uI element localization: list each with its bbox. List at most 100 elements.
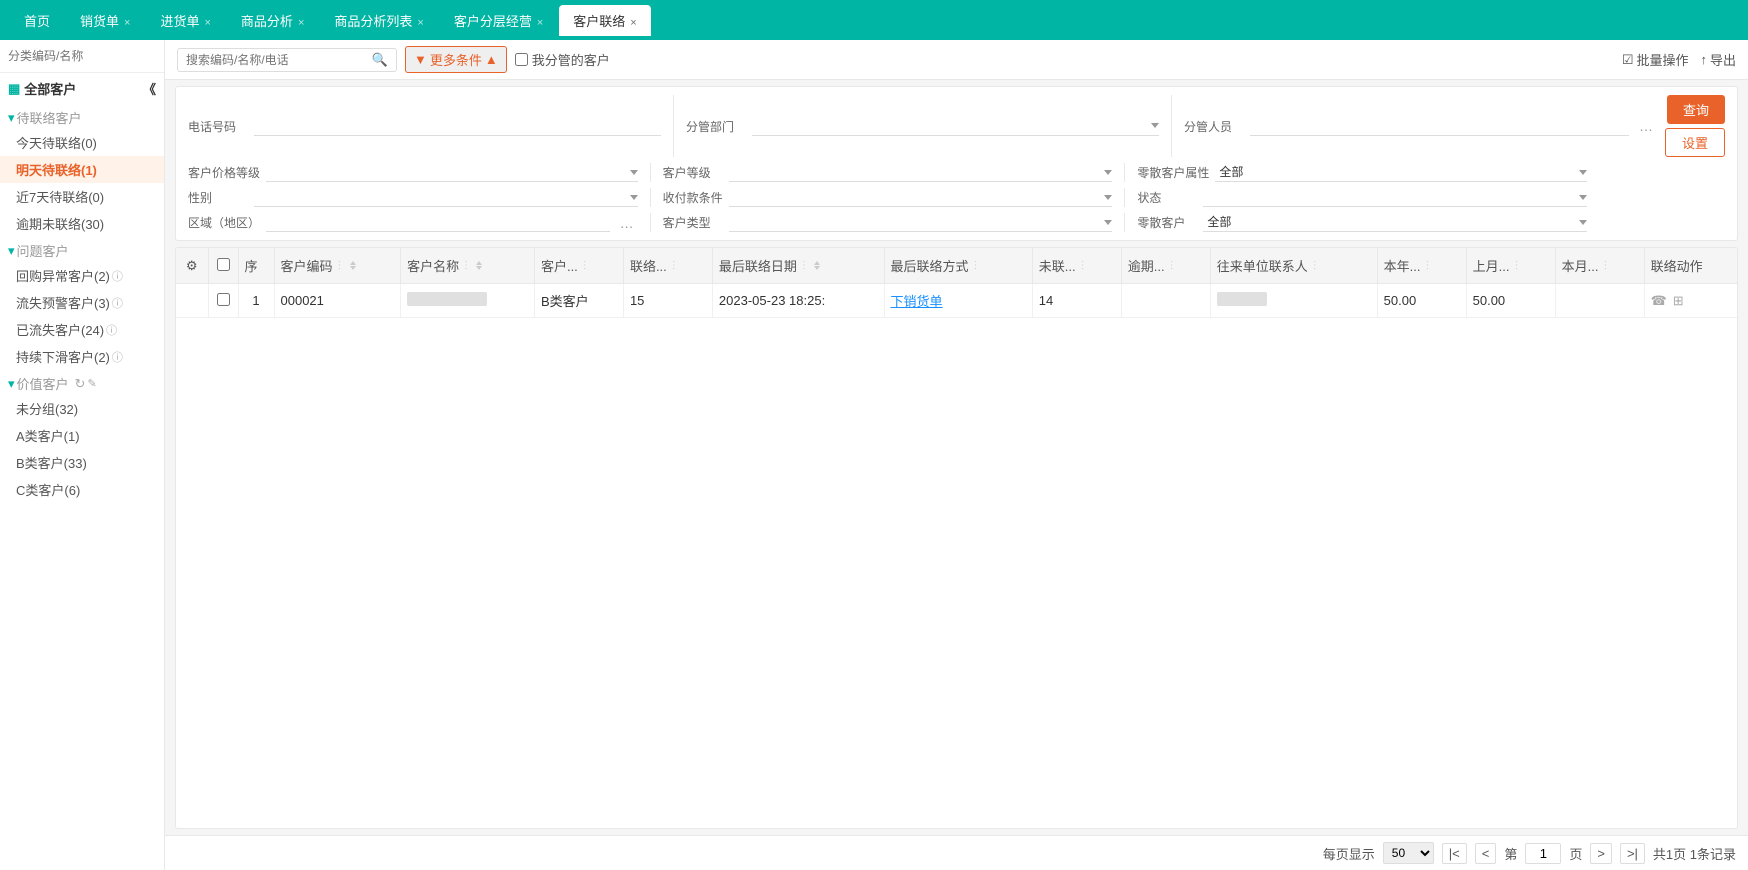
name-col-dots[interactable]: ⋮: [461, 260, 471, 271]
row-checkbox[interactable]: [217, 293, 230, 306]
filter-customer-level-wrapper[interactable]: [729, 163, 1113, 182]
select-all-checkbox[interactable]: [217, 258, 230, 271]
filter-price-level-select[interactable]: [266, 163, 630, 181]
action-grid-icon[interactable]: ⊞: [1673, 293, 1684, 309]
code-col-dots[interactable]: ⋮: [335, 260, 345, 271]
overdue-col-dots[interactable]: ⋮: [1167, 260, 1177, 271]
last-method-col-dots[interactable]: ⋮: [971, 260, 981, 271]
close-product-analysis[interactable]: ×: [298, 17, 304, 29]
col-check-header[interactable]: [208, 248, 238, 284]
last-month-col-dots[interactable]: ⋮: [1511, 260, 1521, 271]
edit-icon[interactable]: ✎: [87, 377, 96, 390]
filter-gender-select[interactable]: [254, 188, 630, 206]
filter-gender-wrapper[interactable]: [254, 188, 638, 207]
sidebar-continuous-decline[interactable]: 持续下滑客户(2) ⓘ: [0, 343, 164, 370]
filter-price-level-wrapper[interactable]: [266, 163, 638, 182]
filter-region-input[interactable]: [266, 213, 610, 232]
sidebar-overdue-contact[interactable]: 逾期未联络(30): [0, 210, 164, 237]
sidebar-class-b[interactable]: B类客户(33): [0, 449, 164, 476]
col-this-year-header[interactable]: 本年... ⋮: [1377, 248, 1466, 284]
last-page-button[interactable]: >|: [1620, 843, 1645, 864]
page-input[interactable]: [1525, 843, 1561, 864]
col-name-header[interactable]: 客户名称 ⋮: [401, 248, 535, 284]
all-customers-title[interactable]: ▦ 全部客户 《: [0, 73, 164, 104]
sidebar-lost-warning[interactable]: 流失预警客户(3) ⓘ: [0, 289, 164, 316]
first-page-button[interactable]: |<: [1442, 843, 1467, 864]
filter-phone-input[interactable]: [254, 117, 661, 136]
close-product-analysis-list[interactable]: ×: [417, 17, 423, 29]
no-contact-col-dots[interactable]: ⋮: [1078, 260, 1088, 271]
nav-customer-segmentation[interactable]: 客户分层经营×: [440, 5, 557, 36]
col-unit-contact-header[interactable]: 往来单位联系人 ⋮: [1210, 248, 1377, 284]
sidebar-repeat-abnormal[interactable]: 回购异常客户(2) ⓘ: [0, 262, 164, 289]
search-input[interactable]: [186, 53, 368, 67]
filter-dept-select[interactable]: [752, 117, 1151, 135]
my-customers-checkbox-label[interactable]: 我分管的客户: [515, 50, 610, 69]
col-last-date-header[interactable]: 最后联络日期 ⋮: [712, 248, 884, 284]
close-customer-segmentation[interactable]: ×: [537, 17, 543, 29]
next-page-button[interactable]: >: [1590, 843, 1612, 864]
filter-payment-select[interactable]: [729, 188, 1105, 206]
nav-product-analysis-list[interactable]: 商品分析列表×: [320, 5, 437, 36]
last-method-link[interactable]: 下销货单: [891, 294, 943, 309]
more-filter-button[interactable]: ▼ 更多条件 ▲: [405, 46, 507, 73]
col-type-header[interactable]: 客户... ⋮: [534, 248, 623, 284]
close-sales-order[interactable]: ×: [124, 17, 130, 29]
filter-retail-attr-wrapper[interactable]: 全部: [1215, 163, 1587, 182]
col-this-month-header[interactable]: 本月... ⋮: [1555, 248, 1644, 284]
col-code-header[interactable]: 客户编码 ⋮: [274, 248, 401, 284]
col-gear-header[interactable]: ⚙: [176, 248, 208, 284]
sidebar-search-input[interactable]: [8, 49, 163, 63]
row-check[interactable]: [208, 284, 238, 318]
sidebar-class-c[interactable]: C类客户(6): [0, 476, 164, 503]
nav-purchase-order[interactable]: 进货单×: [146, 5, 224, 36]
sidebar-ungrouped[interactable]: 未分组(32): [0, 395, 164, 422]
filter-retail-customer-select[interactable]: 全部: [1203, 213, 1579, 231]
nav-product-analysis[interactable]: 商品分析×: [227, 5, 318, 36]
this-month-col-dots[interactable]: ⋮: [1600, 260, 1610, 271]
action-phone-icon[interactable]: ☎: [1651, 293, 1667, 309]
nav-home[interactable]: 首页: [10, 5, 64, 36]
my-customers-checkbox[interactable]: [515, 53, 528, 66]
close-purchase-order[interactable]: ×: [204, 17, 210, 29]
manager-dots-button[interactable]: …: [1635, 118, 1657, 134]
type-col-dots[interactable]: ⋮: [580, 260, 590, 271]
per-page-select[interactable]: 50 20 100 200: [1383, 842, 1434, 864]
sidebar-tomorrow-contact[interactable]: 明天待联络(1): [0, 156, 164, 183]
filter-status-select[interactable]: [1203, 188, 1579, 206]
sidebar-seven-day-contact[interactable]: 近7天待联络(0): [0, 183, 164, 210]
setting-button[interactable]: 设置: [1665, 128, 1725, 157]
region-dots-button[interactable]: …: [616, 215, 638, 231]
col-no-contact-header[interactable]: 未联... ⋮: [1032, 248, 1121, 284]
sidebar-today-contact[interactable]: 今天待联络(0): [0, 129, 164, 156]
filter-customer-type-select[interactable]: [729, 213, 1105, 231]
nav-sales-order[interactable]: 销货单×: [66, 5, 144, 36]
filter-customer-type-wrapper[interactable]: [729, 213, 1113, 232]
search-icon[interactable]: 🔍: [372, 52, 388, 68]
filter-customer-level-select[interactable]: [729, 163, 1105, 181]
sidebar-already-lost[interactable]: 已流失客户(24) ⓘ: [0, 316, 164, 343]
query-button[interactable]: 查询: [1667, 95, 1725, 124]
row-last-method[interactable]: 下销货单: [884, 284, 1032, 318]
prev-page-button[interactable]: <: [1475, 843, 1497, 864]
col-last-method-header[interactable]: 最后联络方式 ⋮: [884, 248, 1032, 284]
filter-dept-select-wrapper[interactable]: [752, 117, 1159, 136]
col-contact-header[interactable]: 联络... ⋮: [623, 248, 712, 284]
sidebar-class-a[interactable]: A类客户(1): [0, 422, 164, 449]
refresh-icon[interactable]: ↻: [75, 376, 86, 392]
filter-retail-customer-wrapper[interactable]: 全部: [1203, 213, 1587, 232]
last-date-col-dots[interactable]: ⋮: [799, 260, 809, 271]
filter-status-wrapper[interactable]: [1203, 188, 1587, 207]
nav-customer-contact[interactable]: 客户联络×: [559, 5, 650, 36]
col-overdue-header[interactable]: 逾期... ⋮: [1121, 248, 1210, 284]
this-year-col-dots[interactable]: ⋮: [1422, 260, 1432, 271]
filter-manager-input[interactable]: [1250, 117, 1629, 136]
close-customer-contact[interactable]: ×: [630, 17, 636, 29]
filter-retail-attr-select[interactable]: 全部: [1215, 163, 1579, 181]
filter-payment-wrapper[interactable]: [729, 188, 1113, 207]
export-button[interactable]: ↑ 导出: [1700, 50, 1736, 69]
batch-action-button[interactable]: ☑ 批量操作: [1622, 50, 1689, 69]
unit-contact-col-dots[interactable]: ⋮: [1310, 260, 1320, 271]
col-last-month-header[interactable]: 上月... ⋮: [1466, 248, 1555, 284]
contact-col-dots[interactable]: ⋮: [669, 260, 679, 271]
